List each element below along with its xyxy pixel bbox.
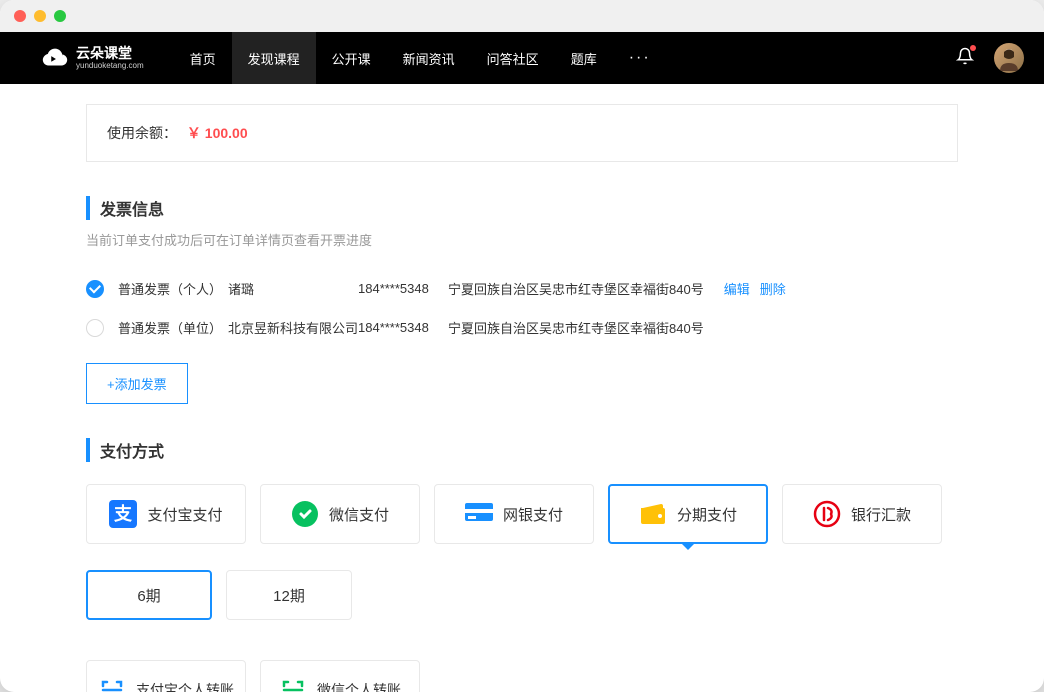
payment-label: 网银支付 [503, 504, 563, 525]
avatar-icon [994, 43, 1024, 73]
payment-label: 分期支付 [677, 504, 737, 525]
payment-alipay[interactable]: 支 支付宝支付 [86, 484, 246, 544]
installment-12[interactable]: 12期 [226, 570, 352, 620]
add-invoice-button[interactable]: +添加发票 [86, 363, 188, 404]
maximize-window-icon[interactable] [54, 10, 66, 22]
balance-amount: ￥ 100.00 [187, 125, 248, 141]
scan-blue-icon [98, 676, 126, 692]
notification-dot-icon [970, 45, 976, 51]
delete-invoice-button[interactable]: 删除 [760, 279, 786, 298]
transfer-label: 支付宝个人转账 [136, 680, 234, 692]
main-nav: 首页 发现课程 公开课 新闻资讯 问答社区 题库 ··· [174, 32, 667, 84]
logo-subtitle: yunduoketang.com [76, 62, 144, 70]
invoice-subtitle: 当前订单支付成功后可在订单详情页查看开票进度 [86, 230, 958, 249]
wallet-icon [639, 500, 667, 528]
bank-card-icon [465, 500, 493, 528]
user-avatar[interactable] [994, 43, 1024, 73]
edit-invoice-button[interactable]: 编辑 [724, 279, 750, 298]
invoice-radio-icon[interactable] [86, 319, 104, 337]
payment-label: 银行汇款 [851, 504, 911, 525]
invoice-row[interactable]: 普通发票（单位） 北京昱新科技有限公司 184****5348 宁夏回族自治区吴… [86, 308, 958, 347]
nav-question-bank[interactable]: 题库 [555, 32, 613, 84]
invoice-name: 北京昱新科技有限公司 [228, 318, 358, 337]
scan-green-icon [279, 676, 307, 692]
minimize-window-icon[interactable] [34, 10, 46, 22]
balance-label: 使用余额： [107, 125, 177, 141]
close-window-icon[interactable] [14, 10, 26, 22]
invoice-section: 发票信息 当前订单支付成功后可在订单详情页查看开票进度 普通发票（个人） 诸璐 … [86, 196, 958, 404]
main-header: 云朵课堂 yunduoketang.com 首页 发现课程 公开课 新闻资讯 问… [0, 32, 1044, 84]
payment-title: 支付方式 [86, 438, 958, 462]
transfer-alipay[interactable]: 支付宝个人转账 [86, 660, 246, 692]
logo-text: 云朵课堂 [76, 46, 144, 60]
payment-label: 微信支付 [329, 504, 389, 525]
nav-discover-courses[interactable]: 发现课程 [232, 32, 316, 84]
nav-qa-community[interactable]: 问答社区 [471, 32, 555, 84]
nav-more-icon[interactable]: ··· [613, 32, 667, 84]
nav-news[interactable]: 新闻资讯 [387, 32, 471, 84]
logo[interactable]: 云朵课堂 yunduoketang.com [40, 43, 144, 73]
transfer-wechat[interactable]: 微信个人转账 [260, 660, 420, 692]
notification-bell-icon[interactable] [956, 47, 974, 70]
invoice-radio-checked-icon[interactable] [86, 280, 104, 298]
wechat-icon [291, 500, 319, 528]
invoice-title: 发票信息 [86, 196, 958, 220]
payment-installment[interactable]: 分期支付 [608, 484, 768, 544]
payment-wechat[interactable]: 微信支付 [260, 484, 420, 544]
invoice-address: 宁夏回族自治区吴忠市红寺堡区幸福街840号 [448, 279, 704, 298]
invoice-phone: 184****5348 [358, 320, 448, 335]
balance-box: 使用余额： ￥ 100.00 [86, 104, 958, 162]
invoice-type: 普通发票（个人） [118, 279, 228, 298]
payment-section: 支付方式 支 支付宝支付 微信支付 [86, 438, 958, 692]
cloud-logo-icon [40, 43, 70, 73]
payment-remit[interactable]: 银行汇款 [782, 484, 942, 544]
invoice-phone: 184****5348 [358, 281, 448, 296]
nav-home[interactable]: 首页 [174, 32, 232, 84]
invoice-row[interactable]: 普通发票（个人） 诸璐 184****5348 宁夏回族自治区吴忠市红寺堡区幸福… [86, 269, 958, 308]
svg-text:支: 支 [113, 503, 133, 524]
payment-bank[interactable]: 网银支付 [434, 484, 594, 544]
invoice-name: 诸璐 [228, 279, 358, 298]
payment-label: 支付宝支付 [147, 504, 222, 525]
invoice-address: 宁夏回族自治区吴忠市红寺堡区幸福街840号 [448, 318, 704, 337]
remit-icon [813, 500, 841, 528]
alipay-icon: 支 [109, 500, 137, 528]
nav-public-courses[interactable]: 公开课 [316, 32, 387, 84]
invoice-type: 普通发票（单位） [118, 318, 228, 337]
installment-6[interactable]: 6期 [86, 570, 212, 620]
window-titlebar [0, 0, 1044, 32]
transfer-label: 微信个人转账 [317, 680, 401, 692]
